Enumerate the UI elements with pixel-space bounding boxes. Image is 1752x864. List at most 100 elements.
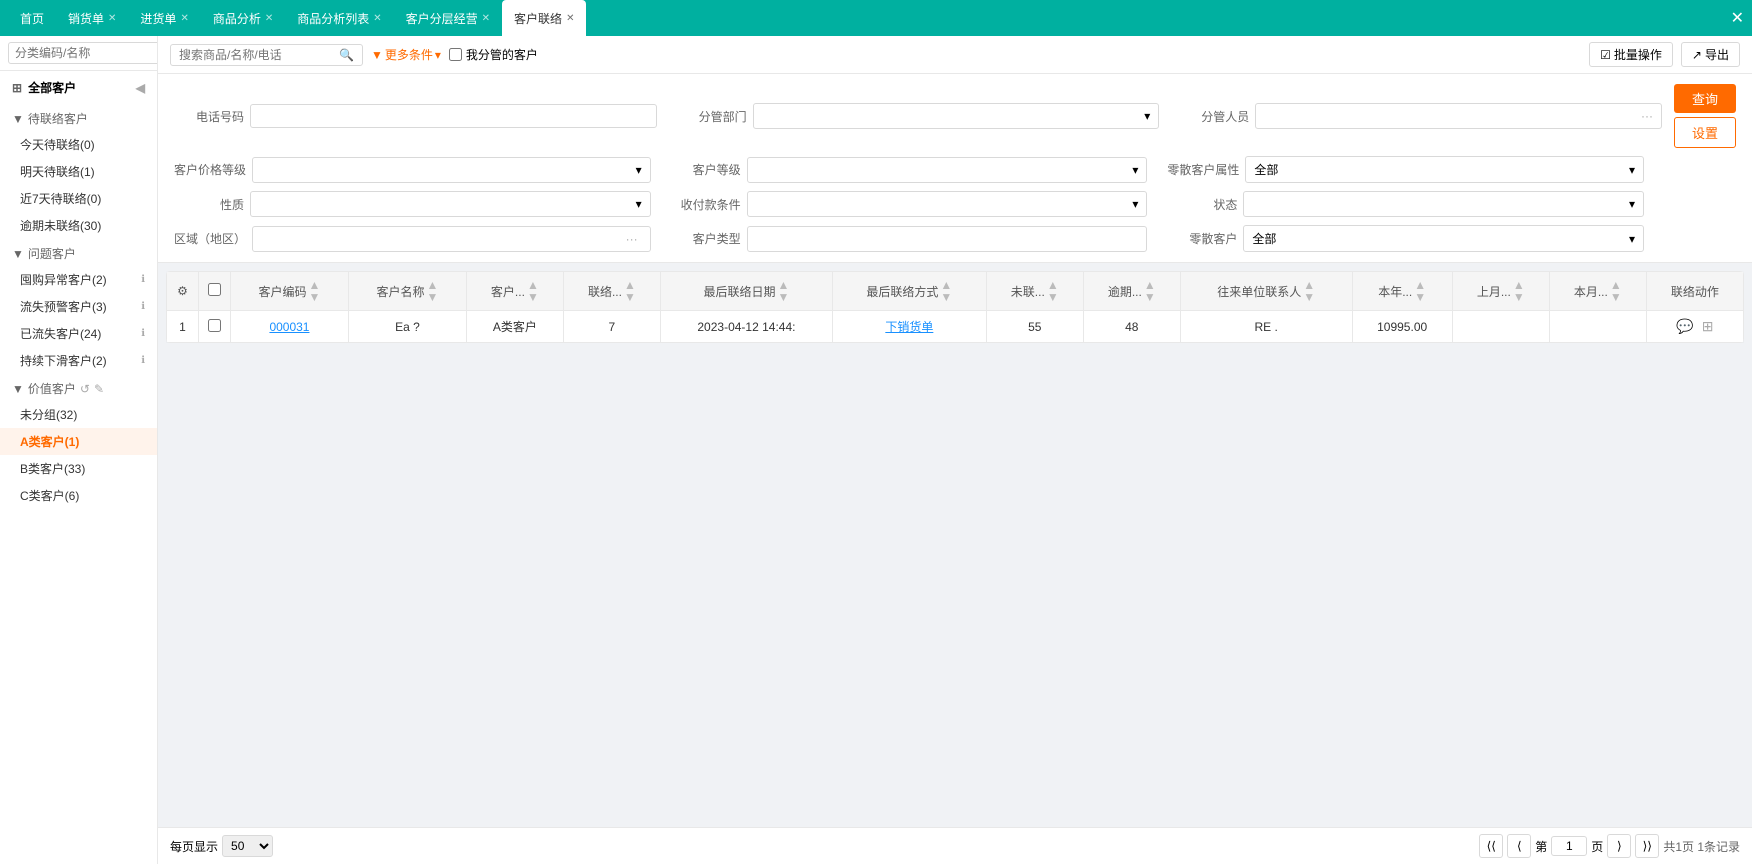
sidebar-item-tomorrow[interactable]: 明天待联络(1) xyxy=(0,158,157,185)
sidebar-item-7days[interactable]: 近7天待联络(0) xyxy=(0,185,157,212)
row-checkbox[interactable] xyxy=(208,319,221,332)
table-scroll[interactable]: ⚙ 客户编码▲▼ 客户名称▲▼ 客户...▲▼ xyxy=(166,271,1744,343)
page-prev-button[interactable]: ⟨ xyxy=(1507,834,1531,858)
sidebar-item-class-b[interactable]: B类客户(33) xyxy=(0,455,157,482)
retail-chevron: ▾ xyxy=(1629,163,1635,177)
problem-arrow: ▼ xyxy=(12,247,24,261)
price-chevron: ▾ xyxy=(636,163,642,177)
nav-product-analysis-list[interactable]: 商品分析列表 ✕ xyxy=(285,0,393,36)
th-name[interactable]: 客户名称▲▼ xyxy=(348,272,466,311)
sidebar-all-customers[interactable]: ⊞ 全部客户 ◀ xyxy=(0,71,157,104)
select-customer-level[interactable]: ▾ xyxy=(747,157,1148,183)
filter-actions: ☑ 批量操作 ↗ 导出 xyxy=(1589,42,1740,67)
contact-method-link[interactable]: 下销货单 xyxy=(885,320,933,334)
setting-button[interactable]: 设置 xyxy=(1674,117,1736,148)
th-this-month[interactable]: 本月...▲▼ xyxy=(1549,272,1646,311)
page-next-button[interactable]: ⟩ xyxy=(1607,834,1631,858)
sidebar-item-churned[interactable]: 已流失客户(24) ℹ xyxy=(0,320,157,347)
th-last-method[interactable]: 最后联络方式▲▼ xyxy=(832,272,986,311)
input-region[interactable]: ··· xyxy=(252,226,651,252)
nav-close-contact[interactable]: ✕ xyxy=(566,13,574,24)
th-last-date[interactable]: 最后联络日期▲▼ xyxy=(660,272,832,311)
th-last-month[interactable]: 上月...▲▼ xyxy=(1452,272,1549,311)
more-action-icon[interactable]: ⊞ xyxy=(1702,318,1714,335)
nav-customer-segment[interactable]: 客户分层经营 ✕ xyxy=(394,0,502,36)
page-first-button[interactable]: ⟨⟨ xyxy=(1479,834,1503,858)
th-settings[interactable]: ⚙ xyxy=(167,272,199,311)
main-search-icon[interactable]: 🔍 xyxy=(339,48,354,62)
input-customer-type[interactable] xyxy=(747,226,1148,252)
nav-sales-order[interactable]: 销货单 ✕ xyxy=(56,0,128,36)
region-dots[interactable]: ··· xyxy=(622,232,642,246)
nav-product-analysis[interactable]: 商品分析 ✕ xyxy=(201,0,285,36)
message-action-icon[interactable]: 💬 xyxy=(1676,318,1693,335)
th-contact-person[interactable]: 往来单位联系人▲▼ xyxy=(1180,272,1352,311)
section-arrow: ▼ xyxy=(12,112,24,126)
sidebar-search-area: 🔍 xyxy=(0,36,157,71)
sidebar-item-class-a[interactable]: A类客户(1) xyxy=(0,428,157,455)
th-code[interactable]: 客户编码▲▼ xyxy=(231,272,349,311)
select-nature[interactable]: ▾ xyxy=(250,191,651,217)
person-dots[interactable]: ··· xyxy=(1641,109,1653,123)
select-dept[interactable]: ▾ xyxy=(753,103,1160,129)
td-checkbox xyxy=(199,311,231,343)
sidebar-item-ungrouped[interactable]: 未分组(32) xyxy=(0,401,157,428)
section-value-customers[interactable]: ▼ 价值客户 ↺ ✎ xyxy=(0,374,157,401)
main-search-input[interactable] xyxy=(179,48,339,62)
select-status[interactable]: ▾ xyxy=(1243,191,1644,217)
select-price-level[interactable]: ▾ xyxy=(252,157,651,183)
top-navigation: 首页 销货单 ✕ 进货单 ✕ 商品分析 ✕ 商品分析列表 ✕ 客户分层经营 ✕ … xyxy=(0,0,1752,36)
page-input[interactable] xyxy=(1551,836,1587,856)
nav-close-sales[interactable]: ✕ xyxy=(108,13,116,24)
my-customers-checkbox-label[interactable]: 我分管的客户 xyxy=(449,46,538,63)
th-overdue[interactable]: 逾期...▲▼ xyxy=(1083,272,1180,311)
collapse-icon[interactable]: ◀ xyxy=(136,81,145,95)
input-person[interactable]: ··· xyxy=(1255,103,1662,129)
info-icon-churned: ℹ xyxy=(141,328,145,339)
export-button[interactable]: ↗ 导出 xyxy=(1681,42,1740,67)
sidebar-item-today[interactable]: 今天待联络(0) xyxy=(0,131,157,158)
th-uncontact[interactable]: 未联...▲▼ xyxy=(986,272,1083,311)
nav-close-analysis[interactable]: ✕ xyxy=(265,13,273,24)
select-all-checkbox[interactable] xyxy=(208,283,221,296)
sidebar-search-input[interactable] xyxy=(8,42,158,64)
section-problem-customers[interactable]: ▼ 问题客户 xyxy=(0,239,157,266)
field-retail-customer: 零散客户 全部 ▾ xyxy=(1167,225,1644,252)
refresh-icon[interactable]: ↺ xyxy=(80,382,90,396)
nav-close-analysis-list[interactable]: ✕ xyxy=(373,13,381,24)
batch-ops-button[interactable]: ☑ 批量操作 xyxy=(1589,42,1673,67)
nav-close-purchase[interactable]: ✕ xyxy=(180,13,188,24)
nav-customer-contact[interactable]: 客户联络 ✕ xyxy=(502,0,586,36)
page-last-button[interactable]: ⟩⟩ xyxy=(1635,834,1659,858)
select-retail-attr[interactable]: 全部 ▾ xyxy=(1245,156,1644,183)
dept-chevron: ▾ xyxy=(1144,109,1150,123)
th-contact-count[interactable]: 联络...▲▼ xyxy=(563,272,660,311)
edit-icon[interactable]: ✎ xyxy=(94,382,104,396)
page-size-select[interactable]: 50 20 100 xyxy=(222,835,273,857)
select-payment[interactable]: ▾ xyxy=(747,191,1148,217)
sidebar-item-churn-warning[interactable]: 流失预警客户(3) ℹ xyxy=(0,293,157,320)
td-action: 💬 ⊞ xyxy=(1646,311,1743,343)
th-this-year[interactable]: 本年...▲▼ xyxy=(1352,272,1452,311)
value-arrow: ▼ xyxy=(12,382,24,396)
query-button[interactable]: 查询 xyxy=(1674,84,1736,113)
th-type[interactable]: 客户...▲▼ xyxy=(466,272,563,311)
sidebar-item-declining[interactable]: 持续下滑客户(2) ℹ xyxy=(0,347,157,374)
nav-close-segment[interactable]: ✕ xyxy=(482,13,490,24)
sidebar-item-class-c[interactable]: C类客户(6) xyxy=(0,482,157,509)
customer-code-link[interactable]: 000031 xyxy=(269,320,309,334)
my-customers-checkbox[interactable] xyxy=(449,48,462,61)
input-phone[interactable] xyxy=(250,104,657,128)
sidebar-item-hoarding[interactable]: 囤购异常客户(2) ℹ xyxy=(0,266,157,293)
status-chevron: ▾ xyxy=(1629,197,1635,211)
section-pending-contact[interactable]: ▼ 待联络客户 xyxy=(0,104,157,131)
td-this-year: 10995.00 xyxy=(1352,311,1452,343)
table-area: ⚙ 客户编码▲▼ 客户名称▲▼ 客户...▲▼ xyxy=(158,263,1752,827)
nav-home[interactable]: 首页 xyxy=(8,0,56,36)
select-retail-customer[interactable]: 全部 ▾ xyxy=(1243,225,1644,252)
nav-purchase-order[interactable]: 进货单 ✕ xyxy=(128,0,200,36)
sidebar-item-overdue[interactable]: 逾期未联络(30) xyxy=(0,212,157,239)
more-filters-button[interactable]: ▼ 更多条件 ▾ xyxy=(371,46,441,63)
td-last-method: 下销货单 xyxy=(832,311,986,343)
close-all-button[interactable]: ✕ xyxy=(1731,8,1744,28)
